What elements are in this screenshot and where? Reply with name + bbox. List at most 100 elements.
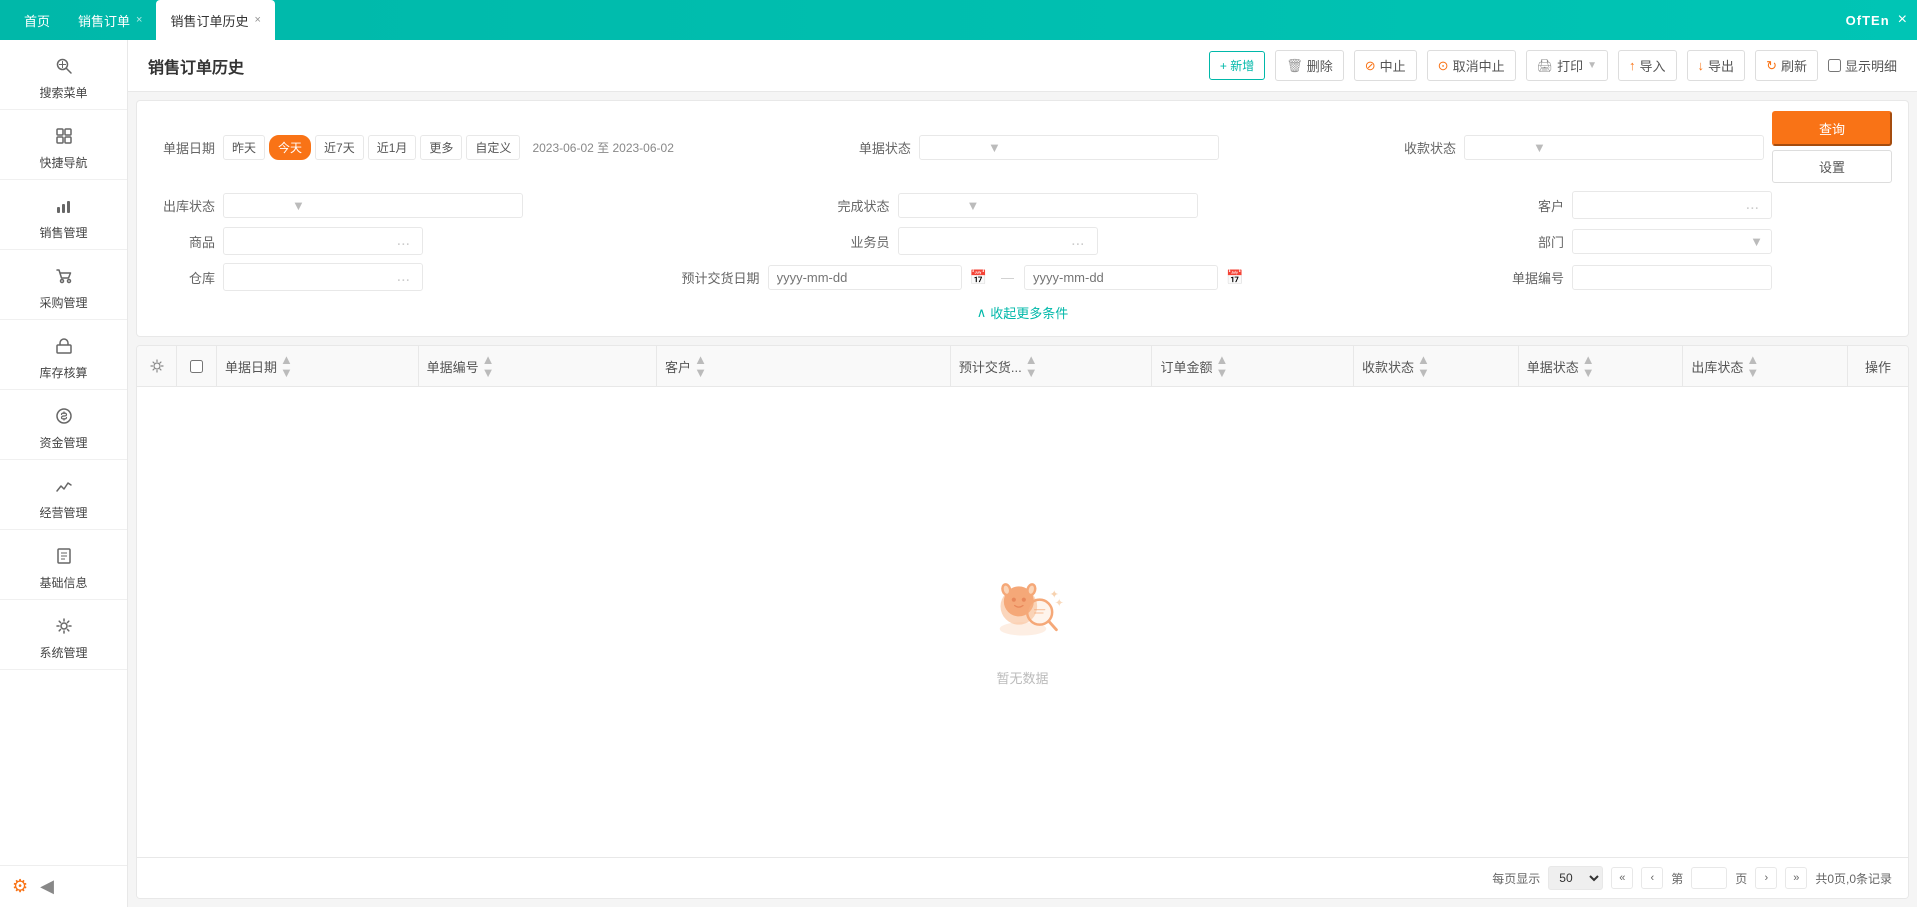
date-range-text: 2023-06-02 至 2023-06-02	[532, 139, 673, 156]
settings-bottom-icon[interactable]: ⚙	[12, 876, 28, 897]
customer-sort-icon: ▲▼	[694, 353, 707, 379]
date-btn-custom[interactable]: 自定义	[466, 135, 520, 160]
tab-sales-order[interactable]: 销售订单 ×	[64, 0, 156, 40]
filter-collapse[interactable]: ∧ 收起更多条件	[153, 299, 1892, 326]
sidebar-item-inventory[interactable]: 库存核算	[0, 320, 127, 390]
import-button[interactable]: ↑ 导入	[1618, 50, 1677, 81]
last-page-btn[interactable]: »	[1785, 867, 1807, 889]
tab-sales-order-history[interactable]: 销售订单历史 ×	[156, 0, 274, 40]
order-num-input[interactable]	[1572, 265, 1772, 290]
first-page-btn[interactable]: «	[1611, 867, 1633, 889]
dept-label: 部门	[1502, 232, 1572, 251]
print-button[interactable]: 🖨 打印 ▼	[1526, 50, 1608, 81]
delivery-date-start-calendar[interactable]: 📅	[966, 269, 991, 286]
delivery-date-start[interactable]	[768, 265, 962, 290]
salesperson-more-icon[interactable]: ...	[1067, 232, 1088, 250]
sidebar-item-basic-info[interactable]: 基础信息	[0, 530, 127, 600]
empty-state: ✦ ✦ 暂无数据	[137, 387, 1908, 857]
date-btn-yesterday[interactable]: 昨天	[223, 135, 265, 160]
filter-row-4: 仓库 ... 预计交货日期 📅 — 📅 单据编号	[153, 263, 1892, 291]
th-receipt[interactable]: 收款状态 ▲▼	[1354, 346, 1519, 386]
close-sales-order-icon[interactable]: ×	[136, 14, 142, 26]
th-delivery[interactable]: 预计交货... ▲▼	[951, 346, 1153, 386]
display-detail-checkbox[interactable]: 显示明细	[1828, 56, 1897, 75]
complete-status-select[interactable]: ▼	[898, 193, 1198, 218]
receipt-status-arrow: ▼	[1533, 140, 1546, 155]
close-history-icon[interactable]: ×	[254, 14, 260, 26]
top-bar-right: OfTEn ×	[1846, 11, 1907, 29]
warehouse-more-icon[interactable]: ...	[393, 268, 414, 286]
print-arrow: ▼	[1587, 60, 1597, 71]
sales-mgmt-icon	[50, 192, 78, 220]
receipt-status-select[interactable]: ▼	[1464, 135, 1764, 160]
table-footer: 每页显示 50 10 20 100 « ‹ 第 1 页 › » 共0页,0条记录	[137, 857, 1908, 898]
date-btn-today[interactable]: 今天	[269, 135, 311, 160]
complete-status-arrow: ▼	[967, 198, 980, 213]
sidebar-item-quick-nav-label: 快捷导航	[39, 154, 87, 171]
sidebar-item-operations[interactable]: 经营管理	[0, 460, 127, 530]
page-size-select[interactable]: 50 10 20 100	[1548, 866, 1603, 890]
sidebar-item-finance[interactable]: 资金管理	[0, 390, 127, 460]
display-detail-input[interactable]	[1828, 59, 1841, 72]
goods-more-icon[interactable]: ...	[393, 232, 414, 250]
dept-select[interactable]: ▼	[1572, 229, 1772, 254]
query-button[interactable]: 查询	[1772, 111, 1892, 146]
customer-more-icon[interactable]: ...	[1742, 196, 1763, 214]
purchase-mgmt-icon	[50, 262, 78, 290]
sidebar-item-sales-mgmt[interactable]: 销售管理	[0, 180, 127, 250]
delivery-date-end-calendar[interactable]: 📅	[1222, 269, 1247, 286]
th-date[interactable]: 单据日期 ▲▼	[217, 346, 419, 386]
import-icon: ↑	[1629, 58, 1636, 73]
prev-page-btn[interactable]: ‹	[1641, 867, 1663, 889]
tab-home[interactable]: 首页	[10, 0, 64, 40]
basic-info-icon	[50, 542, 78, 570]
cancel-stop-button[interactable]: ⊙ 取消中止	[1427, 50, 1516, 81]
date-btn-7days[interactable]: 近7天	[315, 135, 364, 160]
sidebar-item-operations-label: 经营管理	[39, 504, 87, 521]
th-checkbox[interactable]	[177, 346, 217, 386]
empty-illustration: ✦ ✦	[973, 558, 1073, 658]
sidebar-item-system[interactable]: 系统管理	[0, 600, 127, 670]
th-settings[interactable]	[137, 346, 177, 386]
export-button[interactable]: ↓ 导出	[1687, 50, 1746, 81]
stop-button[interactable]: ⊘ 中止	[1354, 50, 1417, 81]
delete-button[interactable]: 🗑 删除	[1275, 50, 1344, 81]
top-bar-close[interactable]: ×	[1898, 11, 1907, 29]
collapse-sidebar-icon[interactable]: ◀	[40, 876, 54, 897]
sidebar-item-system-label: 系统管理	[39, 644, 87, 661]
search-menu-icon	[50, 52, 78, 80]
sidebar-item-inventory-label: 库存核算	[39, 364, 87, 381]
next-page-btn[interactable]: ›	[1755, 867, 1777, 889]
refresh-button[interactable]: ↻ 刷新	[1755, 50, 1818, 81]
goods-label: 商品	[153, 232, 223, 251]
content-area: 销售订单历史 + 新增 🗑 删除 ⊘ 中止 ⊙ 取消中止 🖨 打印 ▼ ↑	[128, 40, 1917, 907]
new-button[interactable]: + 新增	[1209, 51, 1265, 80]
th-customer[interactable]: 客户 ▲▼	[657, 346, 951, 386]
th-num[interactable]: 单据编号 ▲▼	[419, 346, 657, 386]
sidebar-item-search-menu[interactable]: 搜索菜单	[0, 40, 127, 110]
page-label-pre: 第	[1671, 870, 1683, 887]
finance-icon	[50, 402, 78, 430]
out-status-select[interactable]: ▼	[223, 193, 523, 218]
page-input[interactable]: 1	[1691, 867, 1727, 889]
cancel-stop-icon: ⊙	[1438, 58, 1449, 74]
delivery-date-end[interactable]	[1024, 265, 1218, 290]
date-btn-more[interactable]: 更多	[420, 135, 462, 160]
select-all-checkbox[interactable]	[190, 360, 203, 373]
settings-button[interactable]: 设置	[1772, 150, 1892, 183]
th-status[interactable]: 单据状态 ▲▼	[1519, 346, 1684, 386]
salesperson-label: 业务员	[828, 232, 898, 251]
delete-icon: 🗑	[1286, 58, 1303, 74]
date-btn-1month[interactable]: 近1月	[368, 135, 417, 160]
status-select[interactable]: ▼	[919, 135, 1219, 160]
status-label: 单据状态	[849, 138, 919, 157]
sidebar-item-purchase-mgmt[interactable]: 采购管理	[0, 250, 127, 320]
sidebar-item-quick-nav[interactable]: 快捷导航	[0, 110, 127, 180]
filter-area: 单据日期 昨天 今天 近7天 近1月 更多 自定义 2023-06-02 至 2…	[136, 100, 1909, 337]
sidebar-item-sales-mgmt-label: 销售管理	[39, 224, 87, 241]
total-count: 共0页,0条记录	[1815, 870, 1892, 887]
sidebar-item-search-menu-label: 搜索菜单	[39, 84, 87, 101]
th-amount[interactable]: 订单金额 ▲▼	[1152, 346, 1354, 386]
th-out[interactable]: 出库状态 ▲▼	[1683, 346, 1848, 386]
empty-text: 暂无数据	[996, 668, 1048, 687]
